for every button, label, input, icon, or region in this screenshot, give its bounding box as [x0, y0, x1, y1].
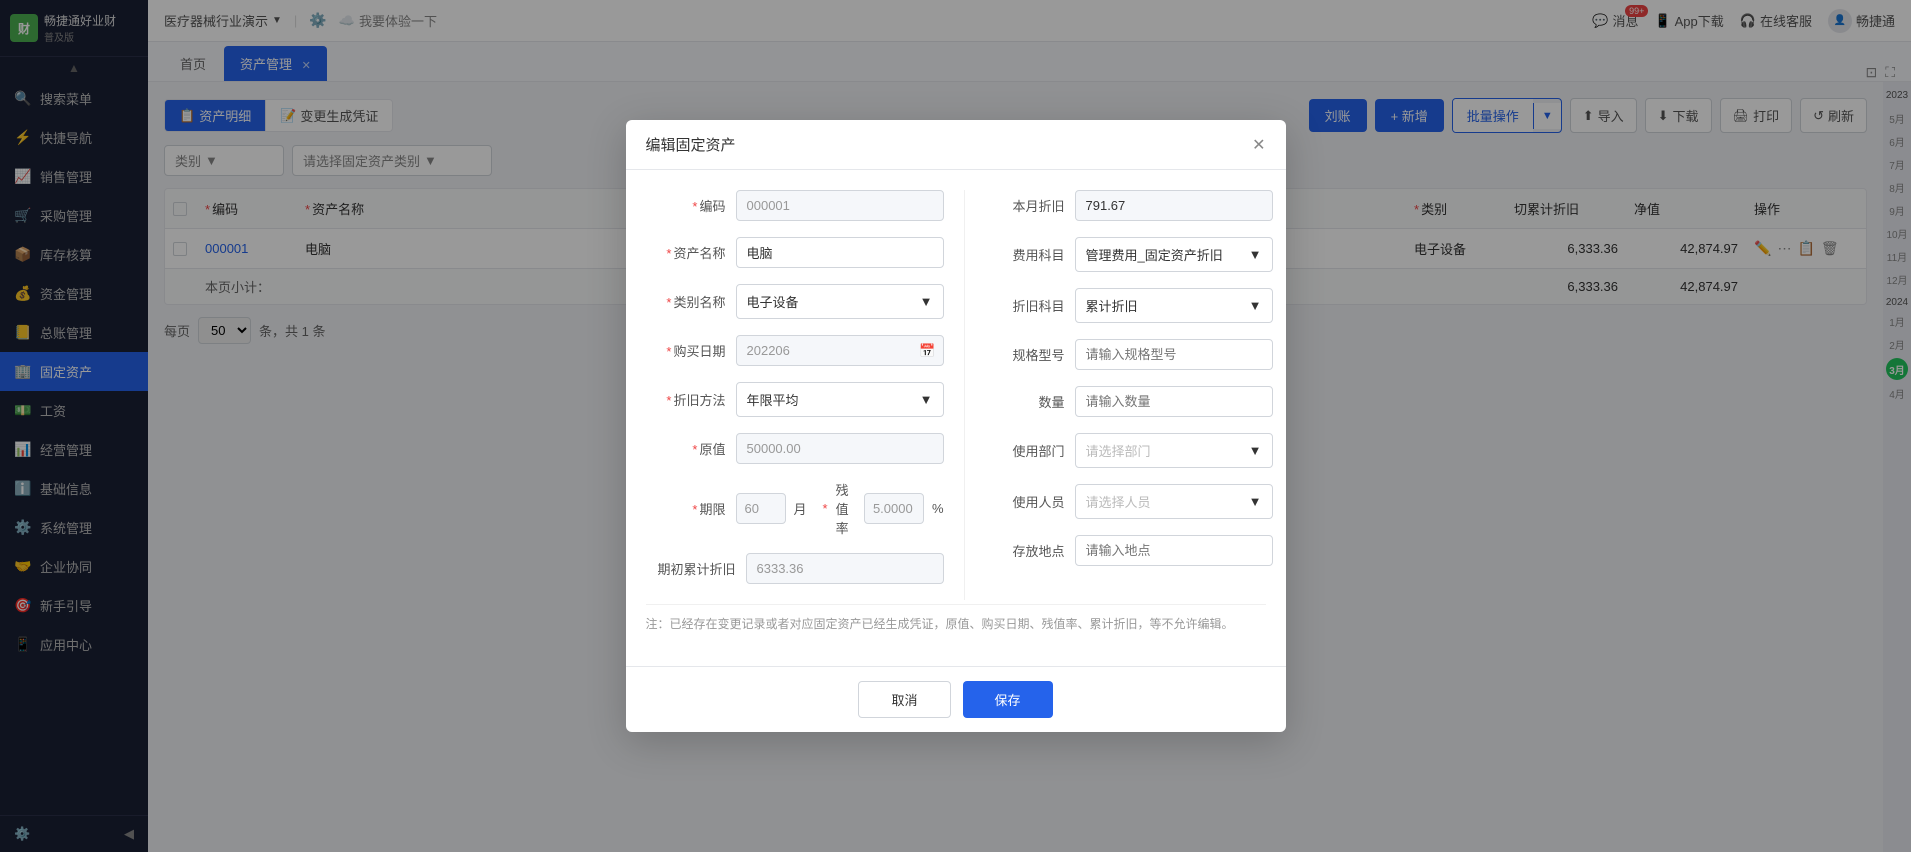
- period-label: *期限: [646, 499, 726, 518]
- user-label: 使用人员: [985, 492, 1065, 511]
- spec-model-label: 规格型号: [985, 345, 1065, 364]
- original-value-input[interactable]: [736, 433, 944, 464]
- dialog-overlay[interactable]: 编辑固定资产 ✕ *编码 *资产名称: [0, 0, 1911, 852]
- edit-fixed-asset-dialog: 编辑固定资产 ✕ *编码 *资产名称: [626, 120, 1286, 732]
- dialog-title: 编辑固定资产: [646, 134, 736, 155]
- calendar-icon[interactable]: 📅: [919, 343, 935, 359]
- purchase-date-label: *购买日期: [646, 341, 726, 360]
- initial-accumulated-label: 期初累计折旧: [646, 559, 736, 578]
- depreciation-account-label: 折旧科目: [985, 296, 1065, 315]
- chevron-down-icon: ▼: [920, 294, 933, 309]
- chevron-down-icon: ▼: [1249, 494, 1262, 509]
- code-input[interactable]: [736, 190, 944, 221]
- field-code: *编码: [646, 190, 944, 221]
- field-initial-accumulated: 期初累计折旧: [646, 553, 944, 584]
- expense-account-label: 费用科目: [985, 245, 1065, 264]
- asset-name-input[interactable]: [736, 237, 944, 268]
- dialog-note: 注：已经存在变更记录或者对应固定资产已经生成凭证，原值、购买日期、残值率、累计折…: [646, 604, 1266, 646]
- field-location: 存放地点: [985, 535, 1273, 566]
- purchase-date-input-wrapper: 📅: [736, 335, 944, 366]
- field-purchase-date: *购买日期 📅: [646, 335, 944, 366]
- field-monthly-depreciation: 本月折旧: [985, 190, 1273, 221]
- field-quantity: 数量: [985, 386, 1273, 417]
- department-select[interactable]: 请选择部门 ▼: [1075, 433, 1273, 468]
- chevron-down-icon: ▼: [1249, 298, 1262, 313]
- dialog-header: 编辑固定资产 ✕: [626, 120, 1286, 170]
- field-user: 使用人员 请选择人员 ▼: [985, 484, 1273, 519]
- dialog-body: *编码 *资产名称 *类别名称: [626, 170, 1286, 666]
- residual-rate-input[interactable]: [864, 493, 924, 524]
- monthly-depreciation-input: [1075, 190, 1273, 221]
- chevron-down-icon: ▼: [1249, 247, 1262, 262]
- department-label: 使用部门: [985, 441, 1065, 460]
- field-spec-model: 规格型号: [985, 339, 1273, 370]
- chevron-down-icon: ▼: [1249, 443, 1262, 458]
- depreciation-method-select[interactable]: 年限平均 ▼: [736, 382, 944, 417]
- dialog-footer: 取消 保存: [626, 666, 1286, 732]
- code-label: *编码: [646, 196, 726, 215]
- field-depreciation-account: 折旧科目 累计折旧 ▼: [985, 288, 1273, 323]
- field-department: 使用部门 请选择部门 ▼: [985, 433, 1273, 468]
- field-original-value: *原值: [646, 433, 944, 464]
- expense-account-select[interactable]: 管理费用_固定资产折旧 ▼: [1075, 237, 1273, 272]
- field-category: *类别名称 电子设备 ▼: [646, 284, 944, 319]
- form-left: *编码 *资产名称 *类别名称: [646, 190, 964, 600]
- user-select[interactable]: 请选择人员 ▼: [1075, 484, 1273, 519]
- save-button[interactable]: 保存: [963, 681, 1053, 718]
- original-value-label: *原值: [646, 439, 726, 458]
- quantity-label: 数量: [985, 392, 1065, 411]
- location-input[interactable]: [1075, 535, 1273, 566]
- form-grid: *编码 *资产名称 *类别名称: [646, 190, 1266, 600]
- purchase-date-input[interactable]: [736, 335, 944, 366]
- period-residual-group: 月 * 残值率 %: [736, 480, 944, 537]
- depreciation-method-label: *折旧方法: [646, 390, 726, 409]
- asset-name-label: *资产名称: [646, 243, 726, 262]
- field-depreciation-method: *折旧方法 年限平均 ▼: [646, 382, 944, 417]
- period-input[interactable]: [736, 493, 786, 524]
- category-select[interactable]: 电子设备 ▼: [736, 284, 944, 319]
- category-label: *类别名称: [646, 292, 726, 311]
- depreciation-account-select[interactable]: 累计折旧 ▼: [1075, 288, 1273, 323]
- form-right: 本月折旧 费用科目 管理费用_固定资产折旧 ▼: [964, 190, 1273, 600]
- field-period-residual: *期限 月 * 残值率 %: [646, 480, 944, 537]
- location-label: 存放地点: [985, 541, 1065, 560]
- monthly-depreciation-label: 本月折旧: [985, 196, 1065, 215]
- spec-model-input[interactable]: [1075, 339, 1273, 370]
- field-expense-account: 费用科目 管理费用_固定资产折旧 ▼: [985, 237, 1273, 272]
- field-asset-name: *资产名称: [646, 237, 944, 268]
- chevron-down-icon: ▼: [920, 392, 933, 407]
- initial-accumulated-input[interactable]: [746, 553, 944, 584]
- cancel-button[interactable]: 取消: [858, 681, 950, 718]
- quantity-input[interactable]: [1075, 386, 1273, 417]
- dialog-close-btn[interactable]: ✕: [1252, 135, 1265, 155]
